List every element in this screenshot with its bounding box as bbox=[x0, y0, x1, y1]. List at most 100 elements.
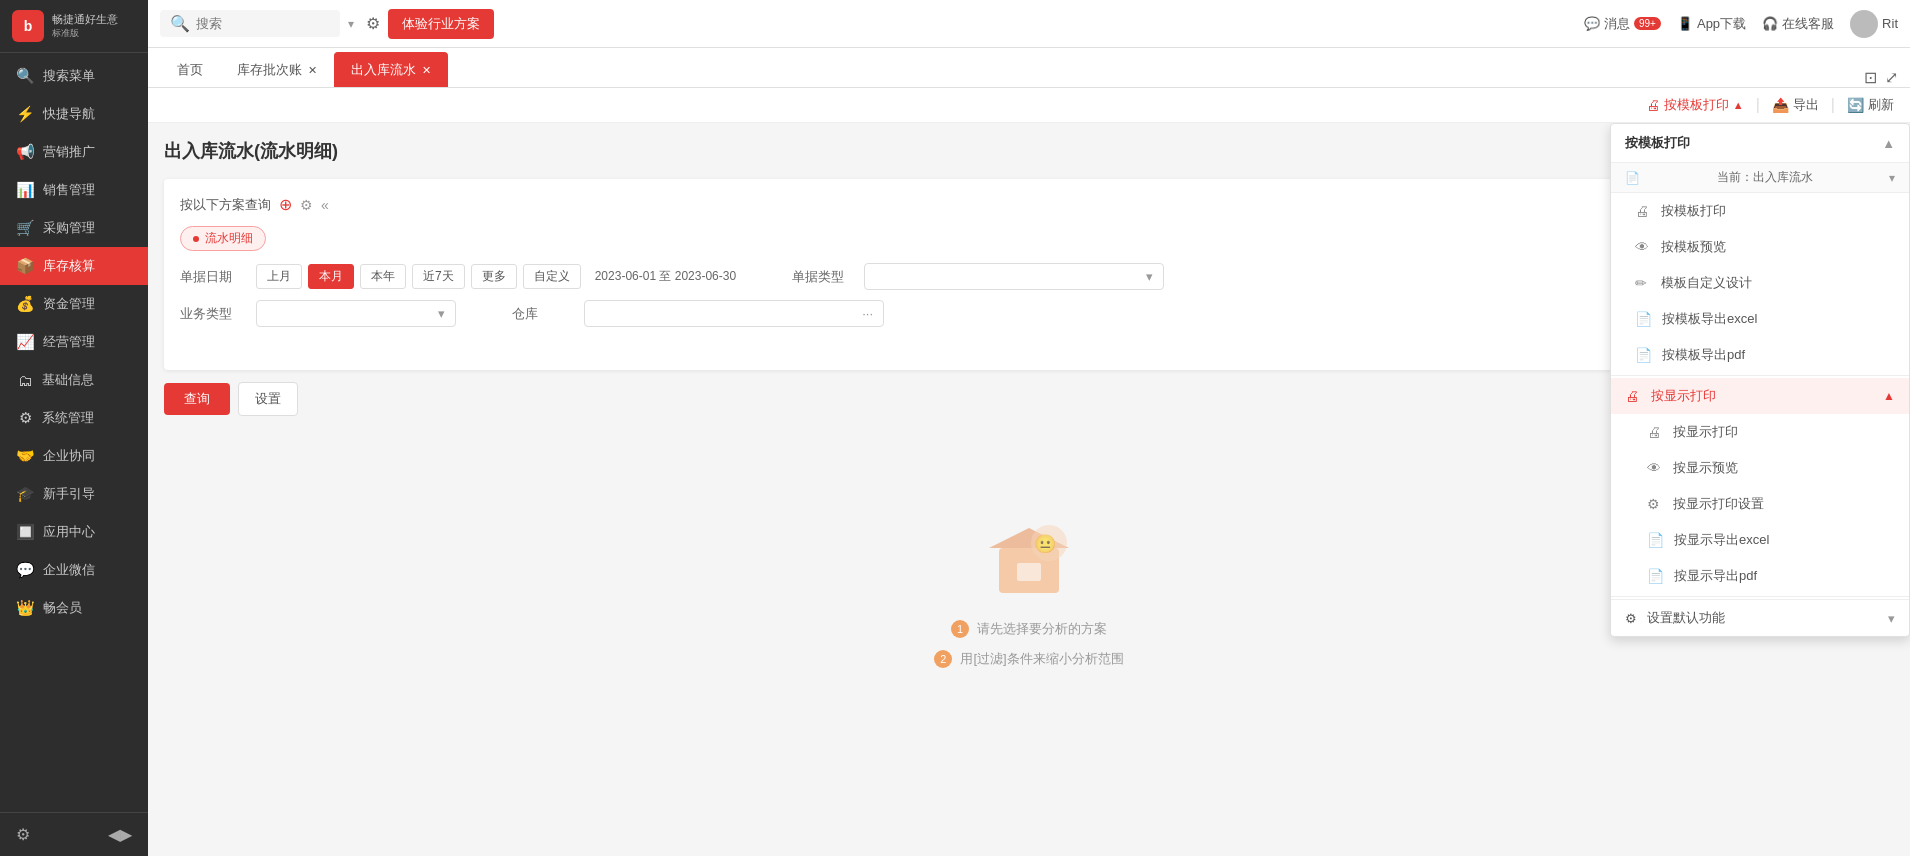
apps-icon: 🔲 bbox=[16, 523, 35, 541]
sidebar-item-wechat[interactable]: 💬 企业微信 bbox=[0, 551, 148, 589]
filter-flow-tag[interactable]: 流水明细 bbox=[180, 226, 266, 251]
current-tag-arrow[interactable]: ▾ bbox=[1889, 171, 1895, 185]
print-item-display-excel[interactable]: 📄 按显示导出excel bbox=[1611, 522, 1909, 558]
search-nav-icon: 🔍 bbox=[16, 67, 35, 85]
print-item-template-pdf[interactable]: 📄 按模板导出pdf bbox=[1611, 337, 1909, 373]
sidebar-item-member[interactable]: 👑 畅会员 bbox=[0, 589, 148, 627]
online-service-btn[interactable]: 🎧 在线客服 bbox=[1762, 15, 1834, 33]
topbar: 🔍 ▾ ⚙ 体验行业方案 💬 消息 99+ 📱 App下载 🎧 在线客服 Rit bbox=[148, 0, 1910, 48]
date-btn-7days[interactable]: 近7天 bbox=[412, 264, 465, 289]
tab-batch-close[interactable]: ✕ bbox=[308, 64, 317, 77]
settings-default-icon: ⚙ bbox=[1625, 611, 1637, 626]
date-range: 2023-06-01 至 2023-06-30 bbox=[595, 268, 736, 285]
date-btn-more[interactable]: 更多 bbox=[471, 264, 517, 289]
tab-home[interactable]: 首页 bbox=[160, 52, 220, 87]
phone-icon: 📱 bbox=[1677, 16, 1693, 31]
sidebar-item-finance[interactable]: 💰 资金管理 bbox=[0, 285, 148, 323]
filter-tag-dot bbox=[193, 236, 199, 242]
print-footer-item[interactable]: ⚙ 设置默认功能 ▾ bbox=[1611, 599, 1909, 636]
sidebar-item-search[interactable]: 🔍 搜索菜单 bbox=[0, 57, 148, 95]
svg-rect-2 bbox=[1017, 563, 1041, 581]
business-type-select[interactable]: ▾ bbox=[256, 300, 456, 327]
step-1-number: 1 bbox=[951, 620, 969, 638]
date-btn-last-month[interactable]: 上月 bbox=[256, 264, 302, 289]
user-profile-btn[interactable]: Rit bbox=[1850, 10, 1898, 38]
topbar-gear-icon[interactable]: ⚙ bbox=[366, 14, 380, 33]
search-icon: 🔍 bbox=[170, 14, 190, 33]
print-dropdown-header: 按模板打印 ▲ bbox=[1611, 124, 1909, 163]
sidebar-item-operations[interactable]: 📈 经营管理 bbox=[0, 323, 148, 361]
print-item-template-excel[interactable]: 📄 按模板导出excel bbox=[1611, 301, 1909, 337]
finance-icon: 💰 bbox=[16, 295, 35, 313]
refresh-btn[interactable]: 🔄 刷新 bbox=[1847, 96, 1894, 114]
tab-flow[interactable]: 出入库流水 ✕ bbox=[334, 52, 448, 87]
date-btn-this-month[interactable]: 本月 bbox=[308, 264, 354, 289]
industry-btn[interactable]: 体验行业方案 bbox=[388, 9, 494, 39]
print-dropdown-arrow[interactable]: ▲ bbox=[1733, 99, 1744, 111]
print-dropdown-collapse-icon[interactable]: ▲ bbox=[1882, 136, 1895, 151]
print-item-template-custom[interactable]: ✏ 模板自定义设计 bbox=[1611, 265, 1909, 301]
sidebar-logo: b 畅捷通好生意 标准版 bbox=[0, 0, 148, 53]
settings-button[interactable]: 设置 bbox=[238, 382, 298, 416]
window-restore-icon[interactable]: ⊡ bbox=[1864, 68, 1877, 87]
filter-settings-icon[interactable]: ⚙ bbox=[300, 197, 313, 213]
sidebar: b 畅捷通好生意 标准版 🔍 搜索菜单 ⚡ 快捷导航 📢 营销推广 📊 销售管理… bbox=[0, 0, 148, 856]
business-type-arrow: ▾ bbox=[438, 306, 445, 321]
print-footer-arrow: ▾ bbox=[1888, 611, 1895, 626]
sidebar-item-basic[interactable]: 🗂 基础信息 bbox=[0, 361, 148, 399]
topbar-search-box[interactable]: 🔍 bbox=[160, 10, 340, 37]
topbar-right: 💬 消息 99+ 📱 App下载 🎧 在线客服 Rit bbox=[1584, 10, 1898, 38]
app-download-btn[interactable]: 📱 App下载 bbox=[1677, 15, 1746, 33]
tab-flow-close[interactable]: ✕ bbox=[422, 64, 431, 77]
sidebar-item-inventory[interactable]: 📦 库存核算 bbox=[0, 247, 148, 285]
current-tag-icon: 📄 bbox=[1625, 171, 1640, 185]
shortcut-icon: ⚡ bbox=[16, 105, 35, 123]
print-display-section-header[interactable]: 🖨 按显示打印 ▲ bbox=[1611, 378, 1909, 414]
export-btn[interactable]: 📤 导出 bbox=[1772, 96, 1819, 114]
empty-step-2: 2 用[过滤]条件来缩小分析范围 bbox=[934, 650, 1123, 668]
date-buttons: 上月 本月 本年 近7天 更多 自定义 2023-06-01 至 2023-06… bbox=[256, 264, 736, 289]
refresh-icon: 🔄 bbox=[1847, 97, 1864, 113]
inventory-icon: 📦 bbox=[16, 257, 35, 275]
empty-illustration: 😐 bbox=[979, 508, 1079, 608]
print-template-btn[interactable]: 🖨 按模板打印 ▲ bbox=[1646, 96, 1744, 114]
filter-add-btn[interactable]: ⊕ bbox=[279, 195, 292, 214]
warehouse-select[interactable]: ··· bbox=[584, 300, 884, 327]
sidebar-item-purchase[interactable]: 🛒 采购管理 bbox=[0, 209, 148, 247]
collapse-sidebar-icon[interactable]: ◀▶ bbox=[108, 825, 132, 844]
settings-footer-icon[interactable]: ⚙ bbox=[16, 825, 30, 844]
sidebar-item-shortcut[interactable]: ⚡ 快捷导航 bbox=[0, 95, 148, 133]
window-maximize-icon[interactable]: ⤢ bbox=[1885, 68, 1898, 87]
tab-batch[interactable]: 库存批次账 ✕ bbox=[220, 52, 334, 87]
print-item-display-settings[interactable]: ⚙ 按显示打印设置 bbox=[1611, 486, 1909, 522]
print-item-display-print[interactable]: 🖨 按显示打印 bbox=[1611, 414, 1909, 450]
tabs-bar: 首页 库存批次账 ✕ 出入库流水 ✕ ⊡ ⤢ bbox=[148, 48, 1910, 88]
separator-1: | bbox=[1756, 96, 1760, 114]
date-btn-this-year[interactable]: 本年 bbox=[360, 264, 406, 289]
sidebar-item-guide[interactable]: 🎓 新手引导 bbox=[0, 475, 148, 513]
display-section-icon: 🖨 bbox=[1625, 388, 1641, 404]
date-btn-custom[interactable]: 自定义 bbox=[523, 264, 581, 289]
topbar-chevron-icon[interactable]: ▾ bbox=[348, 17, 354, 31]
warehouse-dots[interactable]: ··· bbox=[862, 306, 873, 321]
cooperation-icon: 🤝 bbox=[16, 447, 35, 465]
sidebar-item-sales[interactable]: 📊 销售管理 bbox=[0, 171, 148, 209]
wechat-icon: 💬 bbox=[16, 561, 35, 579]
template-print-icon: 🖨 bbox=[1635, 203, 1651, 219]
bill-type-select[interactable]: ▾ bbox=[864, 263, 1164, 290]
print-item-display-pdf[interactable]: 📄 按显示导出pdf bbox=[1611, 558, 1909, 594]
display-section-chevron[interactable]: ▲ bbox=[1883, 389, 1895, 403]
query-button[interactable]: 查询 bbox=[164, 383, 230, 415]
sidebar-item-apps[interactable]: 🔲 应用中心 bbox=[0, 513, 148, 551]
main-area: 🔍 ▾ ⚙ 体验行业方案 💬 消息 99+ 📱 App下载 🎧 在线客服 Rit bbox=[148, 0, 1910, 856]
print-item-template-preview[interactable]: 👁 按模板预览 bbox=[1611, 229, 1909, 265]
print-item-template-print[interactable]: 🖨 按模板打印 bbox=[1611, 193, 1909, 229]
search-input[interactable] bbox=[196, 16, 326, 31]
messages-btn[interactable]: 💬 消息 99+ bbox=[1584, 15, 1661, 33]
template-custom-icon: ✏ bbox=[1635, 275, 1651, 291]
filter-collapse-icon[interactable]: « bbox=[321, 197, 329, 213]
sidebar-item-cooperation[interactable]: 🤝 企业协同 bbox=[0, 437, 148, 475]
sidebar-item-marketing[interactable]: 📢 营销推广 bbox=[0, 133, 148, 171]
sidebar-item-system[interactable]: ⚙ 系统管理 bbox=[0, 399, 148, 437]
print-item-display-preview[interactable]: 👁 按显示预览 bbox=[1611, 450, 1909, 486]
